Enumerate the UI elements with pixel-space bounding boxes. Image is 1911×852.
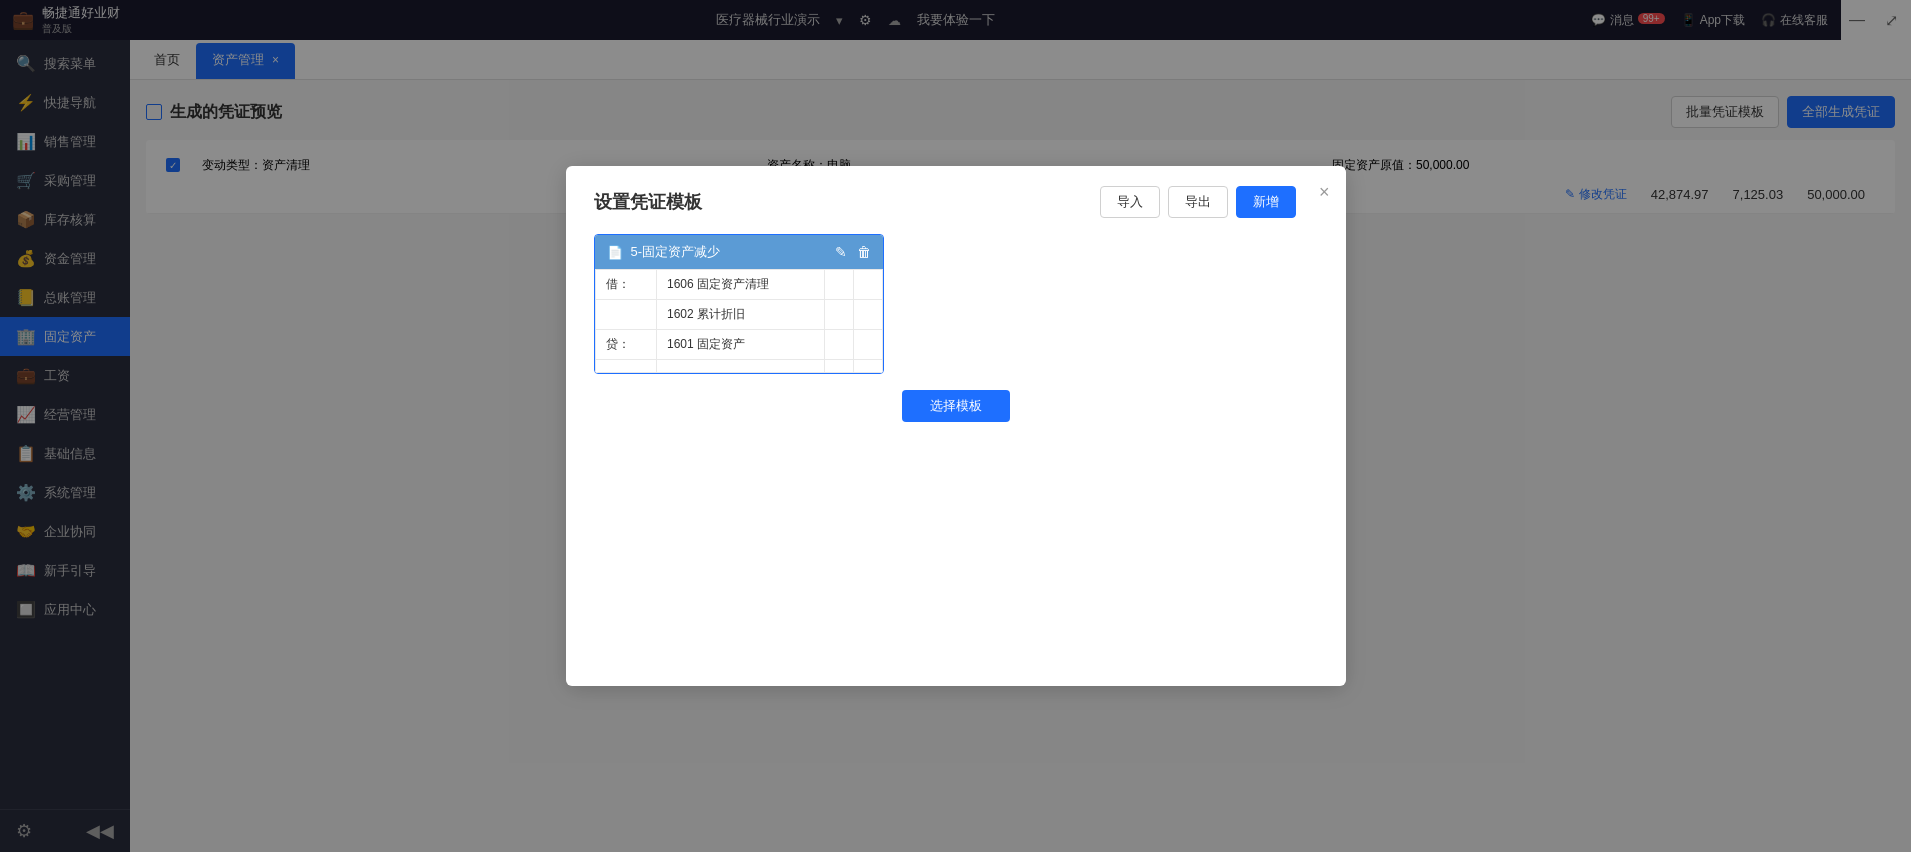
table-row: 贷： 1601 固定资产 [595, 330, 882, 360]
account-empty [656, 360, 824, 373]
debit-label: 借： [595, 270, 656, 300]
col2-3 [825, 330, 854, 360]
template-card-actions: ✎ 🗑 [835, 244, 871, 260]
template-area: 📄 5-固定资产减少 ✎ 🗑 [594, 234, 1318, 422]
table-row: 1602 累计折旧 [595, 300, 882, 330]
export-button[interactable]: 导出 [1168, 186, 1228, 218]
edit-template-icon[interactable]: ✎ [835, 244, 847, 260]
template-name: 5-固定资产减少 [631, 243, 721, 261]
col3-2 [853, 300, 882, 330]
col3-4 [853, 360, 882, 373]
document-icon: 📄 [607, 245, 623, 260]
main-layout: 🔍 搜索菜单 ⚡ 快捷导航 📊 销售管理 🛒 采购管理 📦 库存核算 💰 [0, 40, 1911, 852]
template-table: 借： 1606 固定资产清理 1602 累计折旧 [595, 269, 883, 373]
col3-1 [853, 270, 882, 300]
modal-overlay: 设置凭证模板 导入 导出 新增 × 📄 5-固定资 [130, 80, 1911, 852]
modal: 设置凭证模板 导入 导出 新增 × 📄 5-固定资 [566, 166, 1346, 686]
account-1601: 1601 固定资产 [656, 330, 824, 360]
page-content: 生成的凭证预览 批量凭证模板 全部生成凭证 ✓ 变动类型：资产清理 [130, 80, 1911, 852]
content-area: 首页 资产管理 × — ⤢ 生成的凭证预览 批量凭证模板 全部生成凭证 [130, 40, 1911, 852]
table-row: 借： 1606 固定资产清理 [595, 270, 882, 300]
col2-2 [825, 300, 854, 330]
col2-1 [825, 270, 854, 300]
account-1606: 1606 固定资产清理 [656, 270, 824, 300]
select-template-button[interactable]: 选择模板 [902, 390, 1010, 422]
account-1602: 1602 累计折旧 [656, 300, 824, 330]
col2-4 [825, 360, 854, 373]
credit-label: 贷： [595, 330, 656, 360]
table-row [595, 360, 882, 373]
col3-3 [853, 330, 882, 360]
import-button[interactable]: 导入 [1100, 186, 1160, 218]
modal-action-buttons: 导入 导出 新增 [1100, 186, 1296, 218]
modal-close-button[interactable]: × [1319, 182, 1330, 203]
template-card-header-left: 📄 5-固定资产减少 [607, 243, 721, 261]
template-card-body: 借： 1606 固定资产清理 1602 累计折旧 [595, 269, 883, 373]
template-card: 📄 5-固定资产减少 ✎ 🗑 [594, 234, 884, 374]
new-button[interactable]: 新增 [1236, 186, 1296, 218]
empty-label-1 [595, 300, 656, 330]
delete-template-icon[interactable]: 🗑 [857, 244, 871, 260]
empty-label-2 [595, 360, 656, 373]
template-card-header: 📄 5-固定资产减少 ✎ 🗑 [595, 235, 883, 269]
